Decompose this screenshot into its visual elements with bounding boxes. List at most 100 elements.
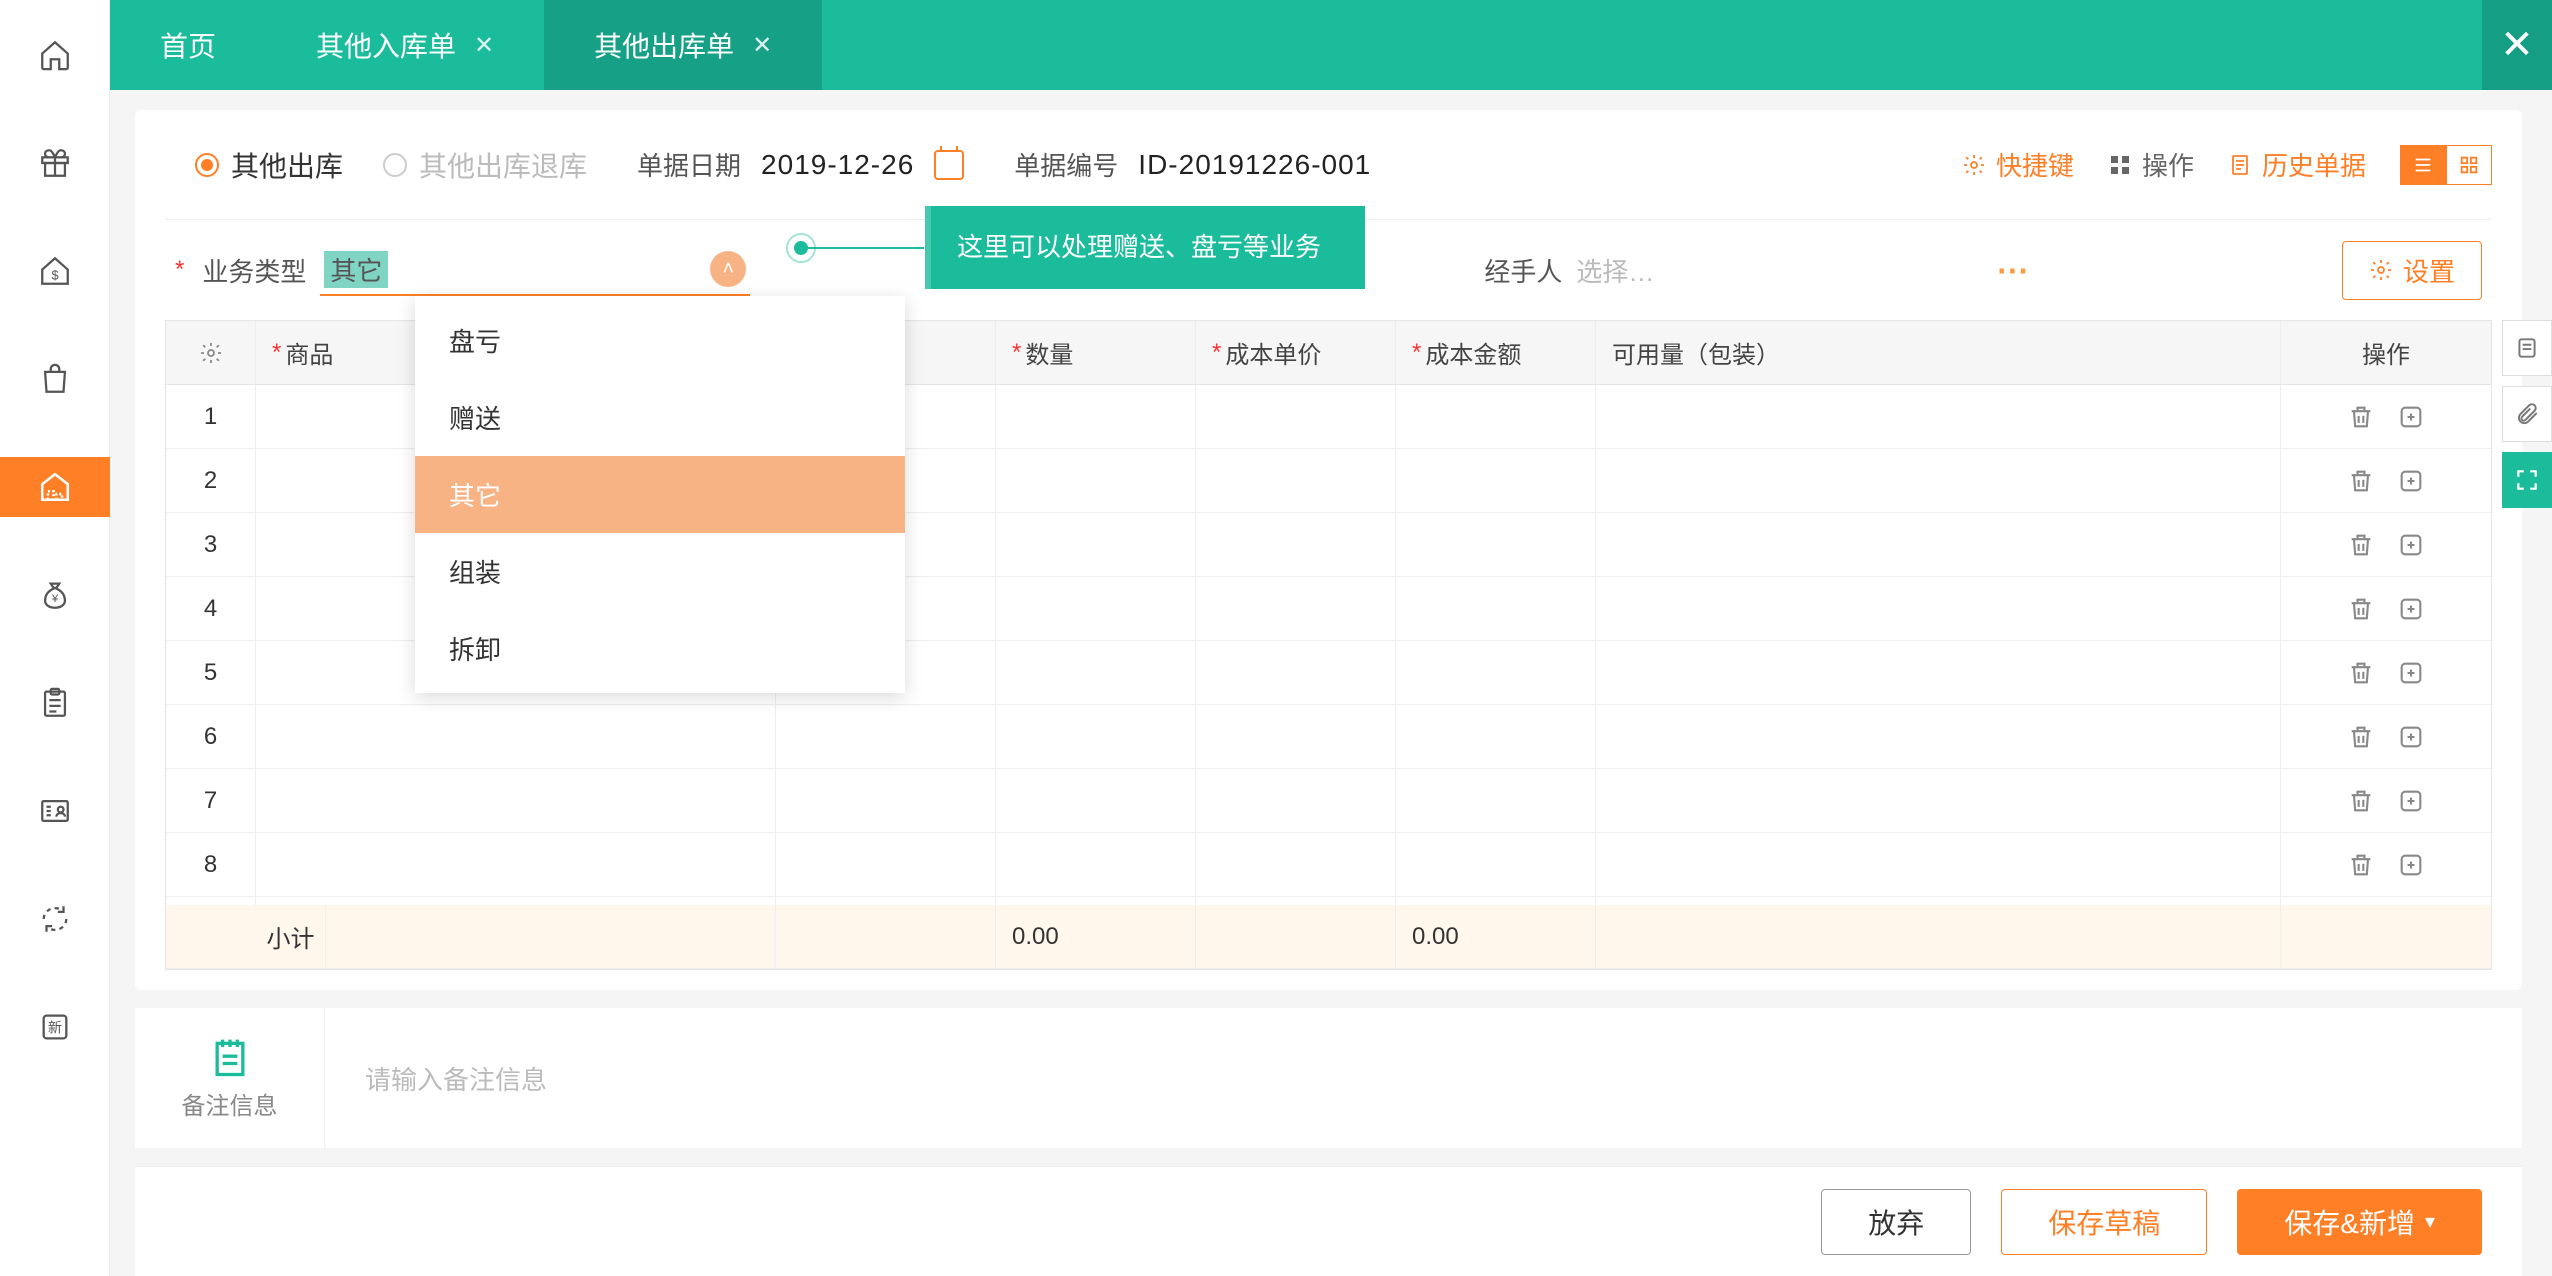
cell-unit[interactable] [776, 705, 996, 768]
cell-unit[interactable] [776, 769, 996, 832]
nav-clipboard-icon[interactable] [0, 673, 110, 733]
ops-button[interactable]: 操作 [2108, 146, 2194, 183]
nav-home-icon[interactable] [0, 25, 110, 85]
close-icon[interactable]: ✕ [752, 31, 772, 60]
table-row[interactable]: 6 [166, 705, 2491, 769]
biz-type-option[interactable]: 其它 [415, 456, 905, 533]
cell-price[interactable] [1196, 833, 1396, 896]
nav-gift-icon[interactable] [0, 133, 110, 193]
topbar-close-button[interactable]: ✕ [2482, 0, 2552, 90]
biz-type-option[interactable]: 拆卸 [415, 610, 905, 687]
cell-amount[interactable] [1396, 577, 1596, 640]
nav-sync-icon[interactable] [0, 889, 110, 949]
cell-price[interactable] [1196, 705, 1396, 768]
biz-type-select[interactable]: 其它 ˄ [320, 245, 750, 296]
cell-price[interactable] [1196, 769, 1396, 832]
tab-other-in[interactable]: 其他入库单✕ [266, 0, 544, 90]
close-icon[interactable]: ✕ [474, 31, 494, 60]
cell-price[interactable] [1196, 449, 1396, 512]
save-draft-button[interactable]: 保存草稿 [2001, 1189, 2207, 1255]
cell-amount[interactable] [1396, 897, 1596, 905]
add-row-icon[interactable] [2397, 403, 2425, 431]
add-row-icon[interactable] [2397, 787, 2425, 815]
history-button[interactable]: 历史单据 [2228, 146, 2366, 183]
chevron-up-icon[interactable]: ˄ [710, 251, 746, 287]
cell-qty[interactable] [996, 705, 1196, 768]
nav-id-card-icon[interactable] [0, 781, 110, 841]
cell-qty[interactable] [996, 449, 1196, 512]
add-row-icon[interactable] [2397, 723, 2425, 751]
cell-qty[interactable] [996, 897, 1196, 905]
biz-type-option[interactable]: 组装 [415, 533, 905, 610]
cell-product[interactable] [256, 705, 776, 768]
add-row-icon[interactable] [2397, 467, 2425, 495]
cell-qty[interactable] [996, 513, 1196, 576]
calendar-icon[interactable] [934, 150, 964, 180]
cell-product[interactable] [256, 769, 776, 832]
cell-amount[interactable] [1396, 833, 1596, 896]
cell-product[interactable] [256, 833, 776, 896]
add-row-icon[interactable] [2397, 531, 2425, 559]
nav-money-bag-icon[interactable]: ¥ [0, 565, 110, 625]
cell-qty[interactable] [996, 577, 1196, 640]
cell-price[interactable] [1196, 577, 1396, 640]
trash-icon[interactable] [2347, 851, 2375, 879]
cell-product[interactable] [256, 897, 776, 905]
add-row-icon[interactable] [2397, 851, 2425, 879]
dock-attach-icon[interactable] [2502, 386, 2552, 442]
nav-warehouse-icon[interactable] [0, 457, 110, 517]
trash-icon[interactable] [2347, 787, 2375, 815]
history-label: 历史单据 [2262, 146, 2366, 183]
cell-ops [2281, 513, 2491, 576]
save-new-button[interactable]: 保存&新增▾ [2237, 1189, 2482, 1255]
tab-home[interactable]: 首页 [110, 0, 266, 90]
shortcut-button[interactable]: 快捷键 [1962, 146, 2074, 183]
trash-icon[interactable] [2347, 659, 2375, 687]
cell-qty[interactable] [996, 769, 1196, 832]
remarks-input[interactable]: 请输入备注信息 [325, 1008, 2522, 1148]
cell-price[interactable] [1196, 897, 1396, 905]
nav-home-money-icon[interactable]: $ [0, 241, 110, 301]
dock-expand-icon[interactable] [2502, 452, 2552, 508]
add-row-icon[interactable] [2397, 595, 2425, 623]
cell-amount[interactable] [1396, 513, 1596, 576]
radio-other-out-return[interactable]: 其他出库退库 [383, 145, 587, 185]
radio-other-out[interactable]: 其他出库 [195, 145, 343, 185]
cell-price[interactable] [1196, 641, 1396, 704]
dock-notes-icon[interactable] [2502, 320, 2552, 376]
more-icon[interactable]: ⋯ [1996, 251, 2030, 289]
nav-new-icon[interactable]: 新 [0, 997, 110, 1057]
table-row[interactable]: 7 [166, 769, 2491, 833]
doc-date-value[interactable]: 2019-12-26 [761, 149, 914, 181]
cell-amount[interactable] [1396, 705, 1596, 768]
nav-bag-icon[interactable] [0, 349, 110, 409]
cell-price[interactable] [1196, 385, 1396, 448]
trash-icon[interactable] [2347, 723, 2375, 751]
trash-icon[interactable] [2347, 531, 2375, 559]
cell-unit[interactable] [776, 897, 996, 905]
col-config[interactable] [166, 321, 256, 384]
view-mode-grid[interactable] [2446, 145, 2492, 185]
table-row[interactable]: 8 [166, 833, 2491, 897]
add-row-icon[interactable] [2397, 659, 2425, 687]
cell-price[interactable] [1196, 513, 1396, 576]
trash-icon[interactable] [2347, 467, 2375, 495]
trash-icon[interactable] [2347, 403, 2375, 431]
cell-qty[interactable] [996, 833, 1196, 896]
view-mode-list[interactable] [2400, 145, 2446, 185]
cell-unit[interactable] [776, 833, 996, 896]
cell-amount[interactable] [1396, 385, 1596, 448]
cell-amount[interactable] [1396, 641, 1596, 704]
settings-button[interactable]: 设置 [2342, 241, 2482, 300]
cell-amount[interactable] [1396, 769, 1596, 832]
cell-qty[interactable] [996, 641, 1196, 704]
handler-select[interactable]: 选择… [1576, 252, 1956, 289]
biz-type-option[interactable]: 盘亏 [415, 302, 905, 379]
tab-other-out[interactable]: 其他出库单✕ [544, 0, 822, 90]
cell-qty[interactable] [996, 385, 1196, 448]
cell-amount[interactable] [1396, 449, 1596, 512]
table-row[interactable]: 9 [166, 897, 2491, 905]
discard-button[interactable]: 放弃 [1821, 1189, 1971, 1255]
biz-type-option[interactable]: 赠送 [415, 379, 905, 456]
trash-icon[interactable] [2347, 595, 2375, 623]
